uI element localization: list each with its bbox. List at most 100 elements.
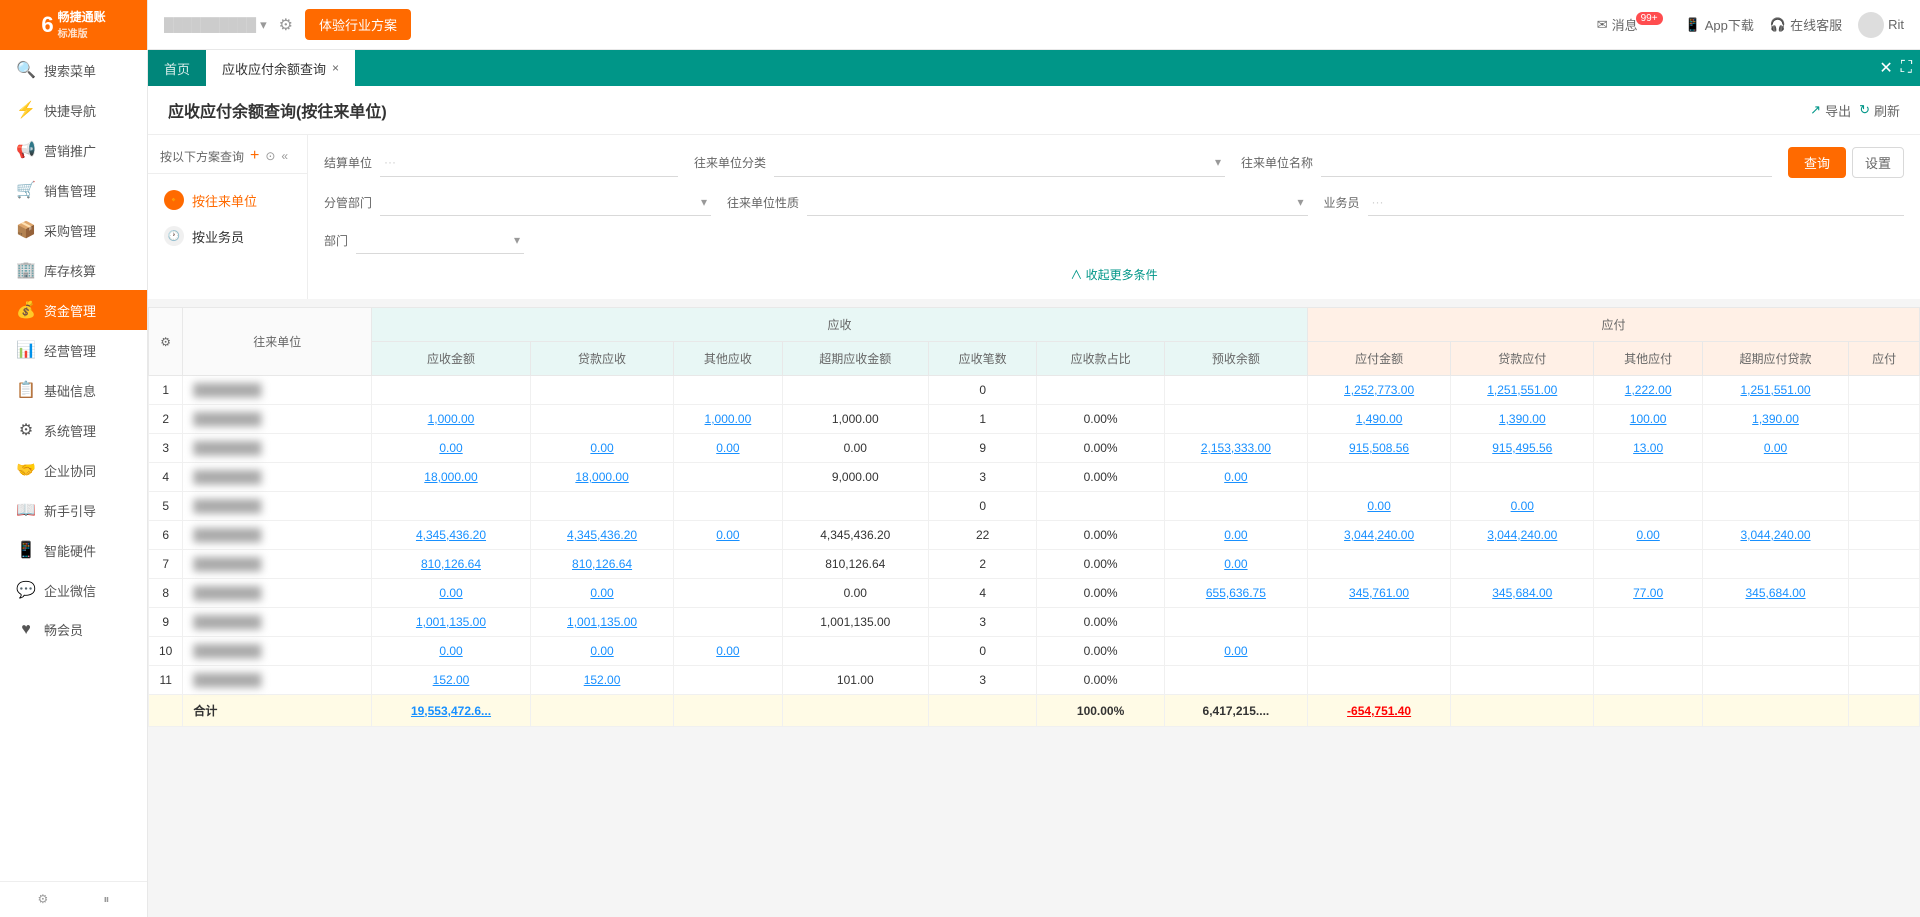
table-cell[interactable] <box>1307 463 1450 492</box>
tab-home[interactable]: 首页 <box>148 50 206 86</box>
table-cell[interactable]: 0.00 <box>674 637 783 666</box>
settings-icon[interactable]: ⚙ <box>38 892 49 907</box>
collapse-filter-btn[interactable]: « <box>281 149 288 163</box>
add-filter-btn[interactable]: + <box>250 147 259 165</box>
filter-nature-select[interactable]: ▾ <box>807 188 1307 216</box>
sidebar-item-销售管理[interactable]: 🛒销售管理 <box>0 170 147 210</box>
refresh-btn[interactable]: ↻ 刷新 <box>1859 101 1900 120</box>
table-cell[interactable]: 0.00 <box>1164 637 1307 666</box>
table-cell[interactable] <box>1451 608 1594 637</box>
table-cell[interactable]: 915,508.56 <box>1307 434 1450 463</box>
sidebar-item-智能硬件[interactable]: 📱智能硬件 <box>0 530 147 570</box>
table-cell[interactable]: 1,251,551.00 <box>1702 376 1848 405</box>
table-cell[interactable] <box>1307 637 1450 666</box>
collapse-icon[interactable]: ⏸ <box>103 892 109 907</box>
table-cell[interactable]: 13.00 <box>1594 434 1703 463</box>
table-cell[interactable]: 4,345,436.20 <box>530 521 673 550</box>
sidebar-item-库存核算[interactable]: 🏢库存核算 <box>0 250 147 290</box>
sidebar-item-快捷导航[interactable]: ⚡快捷导航 <box>0 90 147 130</box>
settings-btn[interactable]: 设置 <box>1852 147 1904 178</box>
table-cell[interactable] <box>1164 666 1307 695</box>
table-cell[interactable] <box>1164 405 1307 434</box>
table-cell[interactable] <box>530 492 673 521</box>
table-cell[interactable]: 1,390.00 <box>1702 405 1848 434</box>
table-cell[interactable] <box>1594 550 1703 579</box>
table-cell[interactable]: 0.00 <box>530 579 673 608</box>
table-cell[interactable]: 1,252,773.00 <box>1307 376 1450 405</box>
table-cell[interactable] <box>1164 608 1307 637</box>
table-cell[interactable] <box>674 492 783 521</box>
table-cell[interactable]: 0.00 <box>1307 492 1450 521</box>
table-cell[interactable]: 345,761.00 <box>1307 579 1450 608</box>
table-cell[interactable] <box>1451 666 1594 695</box>
table-cell[interactable] <box>674 608 783 637</box>
table-cell[interactable] <box>1307 550 1450 579</box>
table-cell[interactable]: 4,345,436.20 <box>372 521 531 550</box>
table-cell[interactable]: 810,126.64 <box>530 550 673 579</box>
table-cell[interactable]: 0.00 <box>372 637 531 666</box>
filter-dept-select[interactable]: ▾ <box>380 188 711 216</box>
table-cell[interactable] <box>530 376 673 405</box>
tab-expand-btn[interactable]: ⛶ <box>1901 59 1912 77</box>
tab-receivable[interactable]: 应收应付余额查询 × <box>206 50 355 86</box>
table-cell[interactable] <box>1451 637 1594 666</box>
table-cell[interactable] <box>1451 550 1594 579</box>
table-cell[interactable]: 100.00 <box>1594 405 1703 434</box>
query-btn[interactable]: 查询 <box>1788 147 1846 178</box>
table-cell[interactable]: 3,044,240.00 <box>1307 521 1450 550</box>
query-mode-salesman[interactable]: 🕐 按业务员 <box>148 218 307 254</box>
table-cell[interactable]: 0.00 <box>1451 492 1594 521</box>
table-cell[interactable]: 77.00 <box>1594 579 1703 608</box>
table-cell[interactable] <box>674 376 783 405</box>
table-cell[interactable]: 655,636.75 <box>1164 579 1307 608</box>
sidebar-item-系统管理[interactable]: ⚙系统管理 <box>0 410 147 450</box>
table-cell[interactable] <box>1594 608 1703 637</box>
table-cell[interactable]: 0.00 <box>372 579 531 608</box>
table-cell[interactable]: 0.00 <box>530 637 673 666</box>
col-settings[interactable]: ⚙ <box>149 308 183 376</box>
table-cell[interactable]: 152.00 <box>372 666 531 695</box>
table-cell[interactable]: 1,000.00 <box>372 405 531 434</box>
table-cell[interactable] <box>1702 608 1848 637</box>
table-cell[interactable]: 1,390.00 <box>1451 405 1594 434</box>
table-cell[interactable]: 915,495.56 <box>1451 434 1594 463</box>
table-cell[interactable]: 1,251,551.00 <box>1451 376 1594 405</box>
table-cell[interactable] <box>1702 492 1848 521</box>
table-cell[interactable] <box>530 405 673 434</box>
filter-category-select[interactable]: ▾ <box>774 149 1225 177</box>
table-cell[interactable] <box>674 579 783 608</box>
sidebar-item-企业微信[interactable]: 💬企业微信 <box>0 570 147 610</box>
table-cell[interactable]: 0.00 <box>1164 521 1307 550</box>
table-settings-icon[interactable]: ⚙ <box>160 335 171 349</box>
table-cell[interactable] <box>1164 492 1307 521</box>
table-cell[interactable] <box>1702 550 1848 579</box>
tab-close-btn[interactable]: × <box>332 61 339 75</box>
filter-bumen-select[interactable]: ▾ <box>356 226 524 254</box>
table-cell[interactable] <box>1164 376 1307 405</box>
solution-btn[interactable]: 体验行业方案 <box>305 9 411 40</box>
table-cell[interactable]: 152.00 <box>530 666 673 695</box>
table-cell[interactable] <box>1451 463 1594 492</box>
sidebar-item-基础信息[interactable]: 📋基础信息 <box>0 370 147 410</box>
table-cell[interactable] <box>674 550 783 579</box>
table-cell[interactable]: 18,000.00 <box>530 463 673 492</box>
table-cell[interactable]: 0.00 <box>1594 521 1703 550</box>
table-cell[interactable]: 1,222.00 <box>1594 376 1703 405</box>
sidebar-item-采购管理[interactable]: 📦采购管理 <box>0 210 147 250</box>
app-download-btn[interactable]: 📱 App下载 <box>1685 15 1754 34</box>
total-yf-je[interactable]: -654,751.40 <box>1307 695 1450 727</box>
table-cell[interactable] <box>674 666 783 695</box>
filter-salesman-input[interactable]: ··· <box>1368 188 1904 216</box>
table-cell[interactable] <box>1307 608 1450 637</box>
table-cell[interactable] <box>1594 492 1703 521</box>
table-cell[interactable]: 1,000.00 <box>674 405 783 434</box>
table-cell[interactable]: 0.00 <box>674 521 783 550</box>
sidebar-item-营销推广[interactable]: 📢营销推广 <box>0 130 147 170</box>
table-cell[interactable]: 1,001,135.00 <box>372 608 531 637</box>
settings-filter-btn[interactable]: ⊙ <box>265 149 275 163</box>
messages-btn[interactable]: ✉ 消息 99+ <box>1597 15 1669 34</box>
table-cell[interactable] <box>372 376 531 405</box>
table-cell[interactable] <box>1702 637 1848 666</box>
table-cell[interactable]: 3,044,240.00 <box>1702 521 1848 550</box>
filter-jiesuan-input[interactable]: ··· <box>380 149 678 177</box>
